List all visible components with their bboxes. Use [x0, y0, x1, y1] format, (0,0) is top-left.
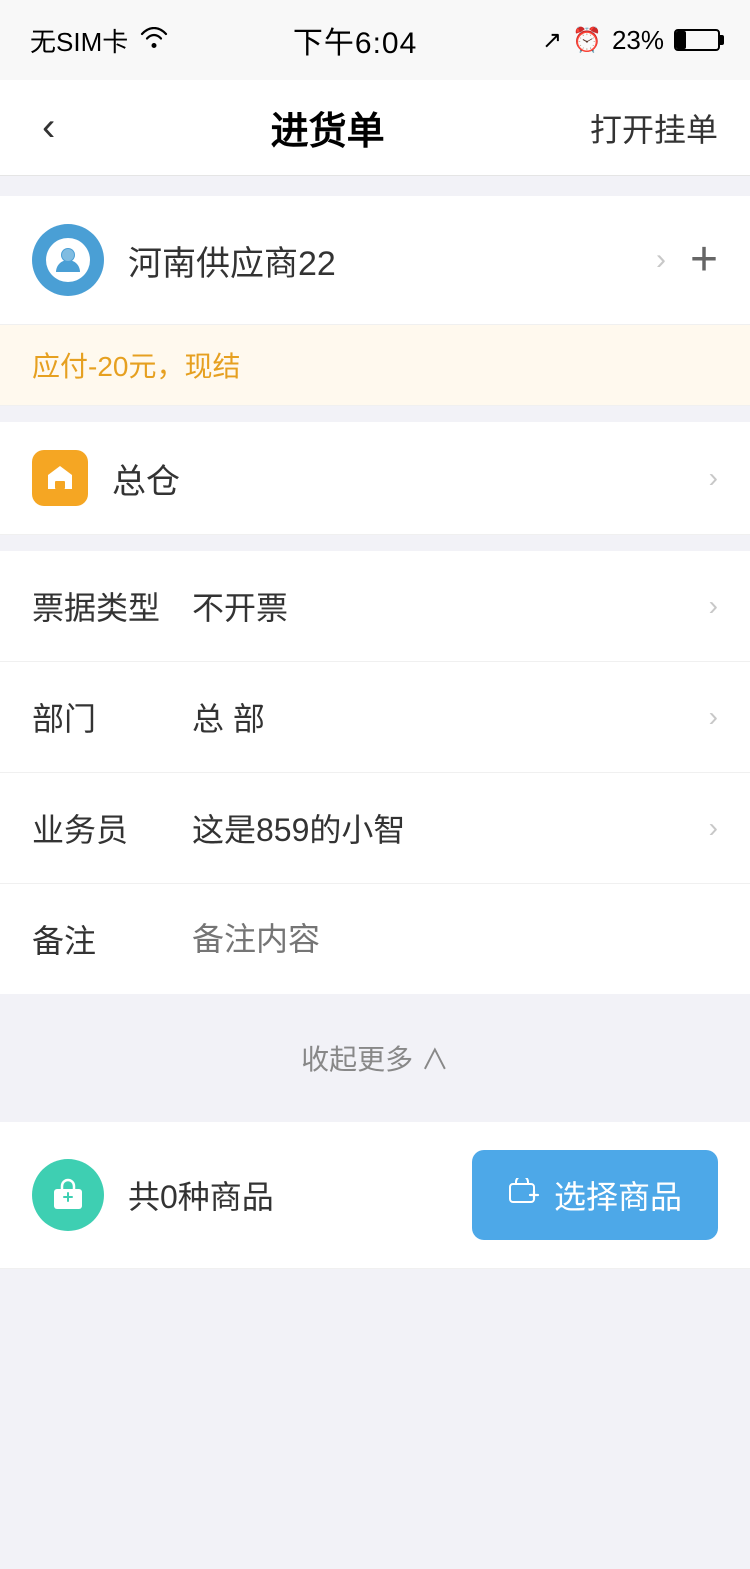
location-icon: ↗ — [542, 26, 562, 55]
department-value: 总 部 — [172, 694, 709, 740]
staff-label: 业务员 — [32, 805, 172, 851]
note-row[interactable]: 备注 — [0, 884, 750, 994]
battery-percent: 23% — [612, 25, 664, 56]
invoice-type-label: 票据类型 — [32, 583, 172, 629]
staff-chevron-icon: › — [709, 812, 718, 844]
battery-fill — [676, 31, 687, 49]
product-icon — [32, 1159, 104, 1231]
alarm-icon: ⏰ — [572, 26, 602, 55]
supplier-row[interactable]: 河南供应商22 › + — [0, 196, 750, 325]
note-input[interactable] — [172, 921, 718, 958]
form-section: 票据类型 不开票 › 部门 总 部 › 业务员 这是859的小智 › 备注 — [0, 551, 750, 994]
product-count: 共0种商品 — [128, 1172, 472, 1218]
collapse-button[interactable]: 收起更多 ∧ — [0, 1010, 750, 1106]
status-left: 无SIM卡 — [30, 22, 168, 59]
note-label: 备注 — [32, 916, 172, 962]
invoice-type-chevron-icon: › — [709, 590, 718, 622]
page-title: 进货单 — [271, 100, 385, 155]
supplier-section: 河南供应商22 › + 应付-20元，现结 — [0, 196, 750, 406]
back-button[interactable]: ‹ — [32, 95, 65, 160]
supplier-chevron-icon: › — [656, 243, 666, 277]
nav-bar: ‹ 进货单 打开挂单 — [0, 80, 750, 176]
top-divider — [0, 176, 750, 196]
warehouse-icon — [32, 450, 88, 506]
add-supplier-button[interactable]: + — [690, 236, 718, 284]
invoice-type-row[interactable]: 票据类型 不开票 › — [0, 551, 750, 662]
invoice-type-value: 不开票 — [172, 583, 709, 629]
warehouse-row[interactable]: 总仓 › — [0, 422, 750, 535]
notice-banner: 应付-20元，现结 — [0, 325, 750, 406]
open-pending-button[interactable]: 打开挂单 — [590, 105, 718, 151]
product-section: 共0种商品 选择商品 — [0, 1122, 750, 1269]
supplier-name: 河南供应商22 — [128, 236, 656, 285]
department-label: 部门 — [32, 694, 172, 740]
status-time: 下午6:04 — [293, 18, 417, 62]
status-bar: 无SIM卡 下午6:04 ↗ ⏰ 23% — [0, 0, 750, 80]
avatar-icon — [46, 238, 90, 282]
gray-area — [0, 1269, 750, 1569]
warehouse-name: 总仓 — [112, 454, 709, 503]
status-right: ↗ ⏰ 23% — [542, 25, 720, 56]
select-product-button[interactable]: 选择商品 — [472, 1150, 718, 1240]
supplier-avatar — [32, 224, 104, 296]
staff-row[interactable]: 业务员 这是859的小智 › — [0, 773, 750, 884]
select-btn-icon — [508, 1177, 542, 1214]
select-btn-label: 选择商品 — [554, 1172, 682, 1218]
warehouse-section: 总仓 › — [0, 422, 750, 535]
battery-bar — [674, 29, 720, 51]
department-chevron-icon: › — [709, 701, 718, 733]
wifi-icon — [140, 25, 168, 56]
carrier-text: 无SIM卡 — [30, 22, 128, 59]
staff-value: 这是859的小智 — [172, 805, 709, 851]
warehouse-chevron-icon: › — [709, 462, 718, 494]
department-row[interactable]: 部门 总 部 › — [0, 662, 750, 773]
